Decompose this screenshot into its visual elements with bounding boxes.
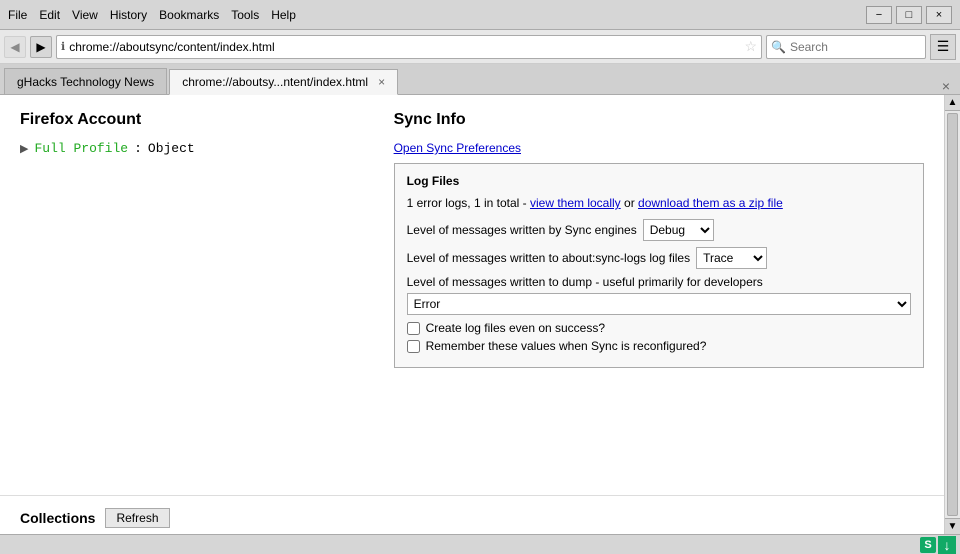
tab-aboutsync[interactable]: chrome://aboutsy...ntent/index.html × bbox=[169, 69, 398, 95]
vertical-scrollbar[interactable]: ▲ ▼ bbox=[944, 95, 960, 534]
forward-button[interactable]: ▶ bbox=[30, 36, 52, 58]
collections-section: Collections Refresh Status: 200 addons S… bbox=[0, 495, 944, 534]
hamburger-menu-button[interactable]: ☰ bbox=[930, 34, 956, 60]
open-sync-prefs-link[interactable]: Open Sync Preferences bbox=[394, 141, 924, 155]
url-secure-icon: ℹ bbox=[61, 40, 65, 53]
dump-log-label: Level of messages written to dump - usef… bbox=[407, 275, 911, 289]
tabbar: gHacks Technology News chrome://aboutsy.… bbox=[0, 64, 960, 95]
log-files-box: Log Files 1 error logs, 1 in total - vie… bbox=[394, 163, 924, 368]
back-button[interactable]: ◀ bbox=[4, 36, 26, 58]
menu-bookmarks[interactable]: Bookmarks bbox=[159, 8, 219, 22]
main-scroll-area[interactable]: Firefox Account ▶ Full Profile : Object … bbox=[0, 95, 944, 534]
hamburger-icon: ☰ bbox=[937, 38, 950, 55]
sync-info-title: Sync Info bbox=[394, 111, 924, 129]
left-column: Firefox Account ▶ Full Profile : Object bbox=[20, 111, 374, 368]
create-log-row: Create log files even on success? bbox=[407, 321, 911, 335]
remember-values-row: Remember these values when Sync is recon… bbox=[407, 339, 911, 353]
dump-log-select[interactable]: Error Warning Info Debug Trace bbox=[407, 293, 911, 315]
collections-title: Collections bbox=[20, 510, 95, 526]
statusbar: S ↓ bbox=[0, 534, 960, 554]
profile-key: Full Profile bbox=[34, 141, 128, 156]
scroll-thumb[interactable] bbox=[947, 113, 958, 516]
close-button[interactable]: × bbox=[926, 6, 952, 24]
toggle-arrow-icon: ▶ bbox=[20, 142, 28, 156]
create-log-checkbox[interactable] bbox=[407, 322, 420, 335]
dump-log-row: Level of messages written to dump - usef… bbox=[407, 275, 911, 315]
window-controls[interactable]: − □ × bbox=[866, 6, 952, 24]
bookmark-star-icon[interactable]: ☆ bbox=[744, 38, 757, 55]
engine-log-label: Level of messages written by Sync engine… bbox=[407, 223, 637, 237]
menu-history[interactable]: History bbox=[110, 8, 147, 22]
menu-view[interactable]: View bbox=[72, 8, 98, 22]
download-zip-link[interactable]: download them as a zip file bbox=[638, 196, 783, 210]
tabbar-close-icon[interactable]: × bbox=[936, 78, 956, 94]
menu-help[interactable]: Help bbox=[271, 8, 296, 22]
scroll-down-button[interactable]: ▼ bbox=[945, 518, 960, 534]
collections-header: Collections Refresh bbox=[20, 508, 924, 528]
create-log-label: Create log files even on success? bbox=[426, 321, 605, 335]
tab-ghacks[interactable]: gHacks Technology News bbox=[4, 68, 167, 94]
engine-log-row: Level of messages written by Sync engine… bbox=[407, 219, 911, 241]
navbar: ◀ ▶ ℹ ☆ 🔍 ☰ bbox=[0, 30, 960, 64]
search-bar[interactable]: 🔍 bbox=[766, 35, 926, 59]
or-text: or bbox=[624, 196, 638, 210]
refresh-button[interactable]: Refresh bbox=[105, 508, 169, 528]
titlebar: File Edit View History Bookmarks Tools H… bbox=[0, 0, 960, 30]
menu-tools[interactable]: Tools bbox=[231, 8, 259, 22]
search-icon: 🔍 bbox=[771, 40, 786, 54]
url-input[interactable] bbox=[69, 40, 740, 54]
scroll-up-button[interactable]: ▲ bbox=[945, 95, 960, 111]
two-column-layout: Firefox Account ▶ Full Profile : Object … bbox=[20, 111, 924, 368]
engine-log-select[interactable]: Error Warning Info Debug Trace bbox=[643, 219, 714, 241]
page-content: Firefox Account ▶ Full Profile : Object … bbox=[0, 95, 944, 495]
tab-label: chrome://aboutsy...ntent/index.html bbox=[182, 75, 368, 89]
log-files-title: Log Files bbox=[407, 174, 911, 188]
right-column: Sync Info Open Sync Preferences Log File… bbox=[394, 111, 924, 368]
menu-bar[interactable]: File Edit View History Bookmarks Tools H… bbox=[8, 8, 296, 22]
main-content-wrap: Firefox Account ▶ Full Profile : Object … bbox=[0, 95, 960, 534]
error-log-line: 1 error logs, 1 in total - view them loc… bbox=[407, 194, 911, 213]
tab-close-icon[interactable]: × bbox=[378, 75, 385, 89]
logs-log-select[interactable]: Error Warning Info Debug Trace bbox=[696, 247, 767, 269]
search-input[interactable] bbox=[790, 40, 910, 54]
maximize-button[interactable]: □ bbox=[896, 6, 922, 24]
url-bar[interactable]: ℹ ☆ bbox=[56, 35, 762, 59]
logs-log-row: Level of messages written to about:sync-… bbox=[407, 247, 911, 269]
logs-log-label: Level of messages written to about:sync-… bbox=[407, 251, 690, 265]
profile-toggle[interactable]: ▶ Full Profile : Object bbox=[20, 141, 374, 156]
remember-values-checkbox[interactable] bbox=[407, 340, 420, 353]
remember-values-label: Remember these values when Sync is recon… bbox=[426, 339, 707, 353]
menu-file[interactable]: File bbox=[8, 8, 27, 22]
error-log-count: 1 error logs, 1 in total - bbox=[407, 196, 530, 210]
view-locally-link[interactable]: view them locally bbox=[530, 196, 621, 210]
minimize-button[interactable]: − bbox=[866, 6, 892, 24]
download-status-icon: ↓ bbox=[938, 536, 956, 554]
firefox-account-title: Firefox Account bbox=[20, 111, 374, 129]
profile-colon: : bbox=[134, 141, 142, 156]
menu-edit[interactable]: Edit bbox=[39, 8, 60, 22]
sync-status-icon: S bbox=[920, 537, 936, 553]
profile-value: Object bbox=[148, 141, 195, 156]
tab-label: gHacks Technology News bbox=[17, 75, 154, 89]
